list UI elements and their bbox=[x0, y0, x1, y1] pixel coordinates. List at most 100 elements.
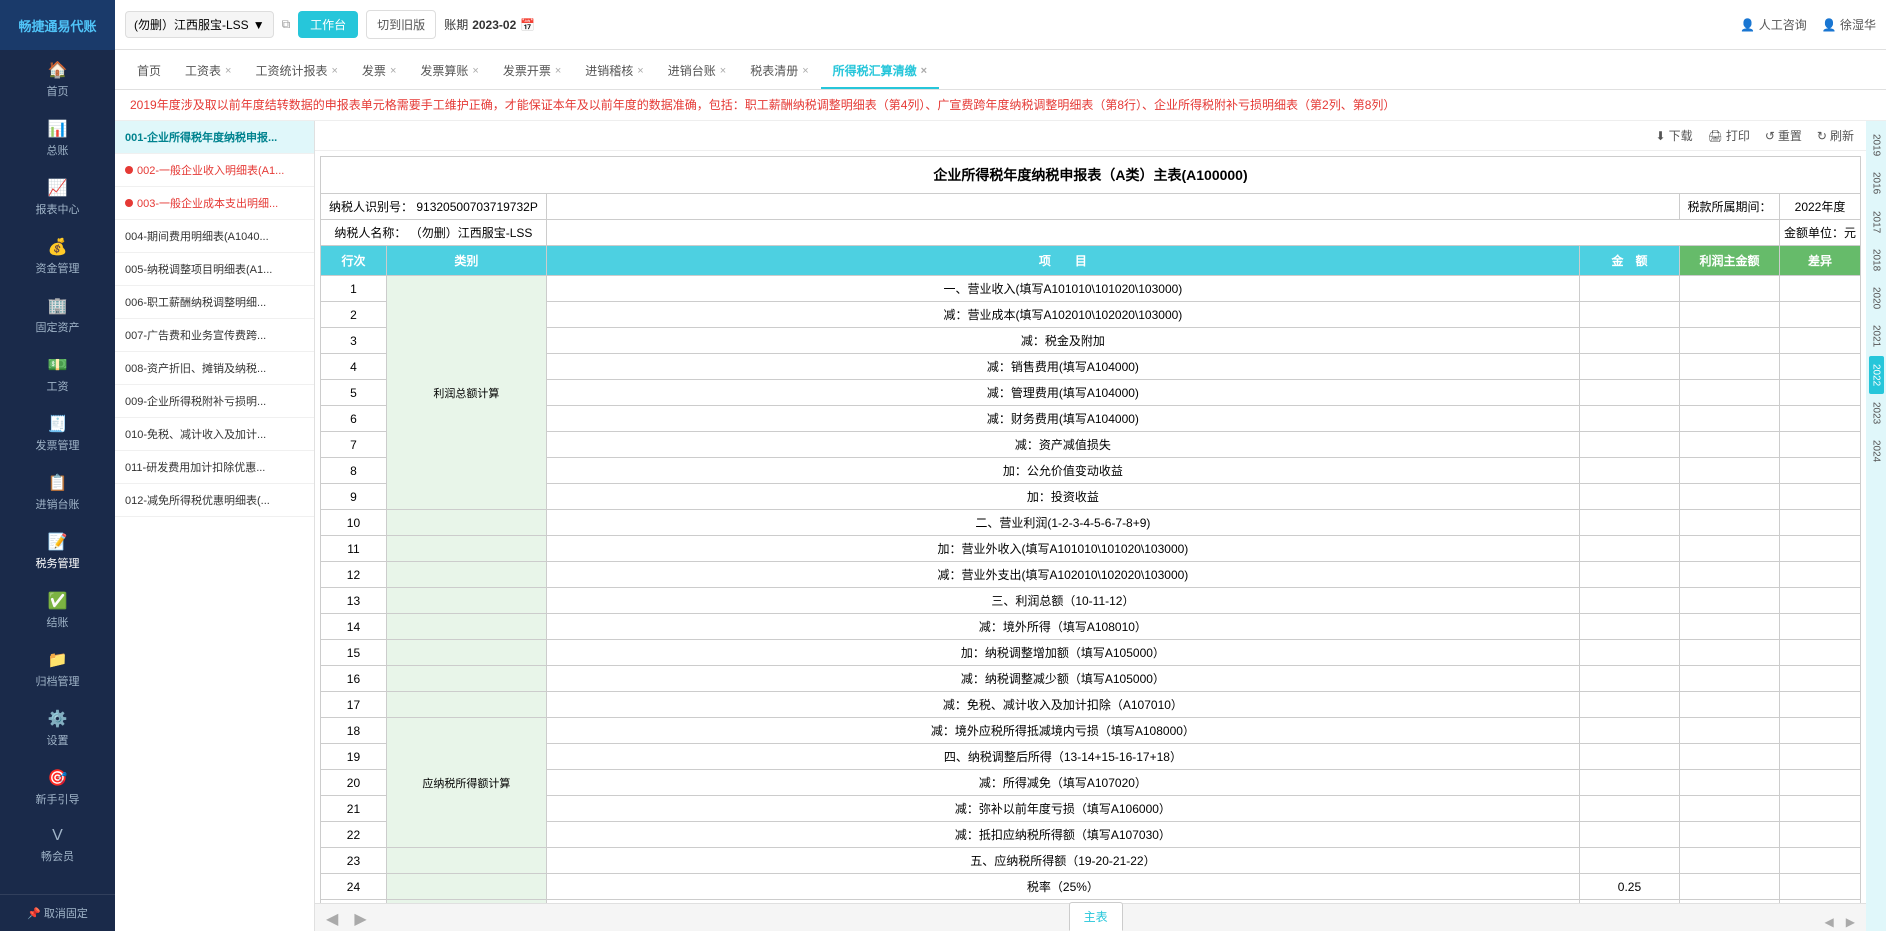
timeline-2020[interactable]: 2020 bbox=[1869, 279, 1884, 317]
row-1-num: 1 bbox=[321, 276, 387, 302]
close-tab-tax-list[interactable]: × bbox=[802, 65, 808, 77]
left-item-005[interactable]: 005-纳税调整项目明细表(A1... bbox=[115, 253, 314, 286]
refresh-button[interactable]: ↻ 刷新 bbox=[1817, 127, 1854, 144]
tab-home[interactable]: 首页 bbox=[125, 54, 173, 89]
invoice-icon: 🧾 bbox=[48, 414, 68, 434]
sidebar-item-purchase[interactable]: 📋 进销台账 bbox=[0, 463, 115, 522]
table-row: 6 减：财务费用(填写A104000) bbox=[321, 406, 1861, 432]
pin-icon: 📌 bbox=[27, 907, 41, 920]
row-1-cy bbox=[1779, 276, 1860, 302]
timeline-2016[interactable]: 2016 bbox=[1869, 164, 1884, 202]
left-item-008[interactable]: 008-资产折旧、摊销及纳税... bbox=[115, 352, 314, 385]
sidebar-item-setting[interactable]: ⚙️ 设置 bbox=[0, 699, 115, 758]
table-row: 2 减：营业成本(填写A102010\102020\103000) bbox=[321, 302, 1861, 328]
warning-text: 2019年度涉及取以前年度结转数据的申报表单元格需要手工维护正确，才能保证本年及… bbox=[130, 98, 1395, 112]
sidebar-item-guide[interactable]: 🎯 新手引导 bbox=[0, 758, 115, 817]
left-item-001[interactable]: 001-企业所得税年度纳税申报... bbox=[115, 121, 314, 154]
sidebar-item-archive[interactable]: 📁 归档管理 bbox=[0, 640, 115, 699]
timeline-2021[interactable]: 2021 bbox=[1869, 317, 1884, 355]
tab-salary-report[interactable]: 工资统计报表 × bbox=[243, 54, 349, 89]
tab-invoice-open[interactable]: 发票开票 × bbox=[491, 54, 573, 89]
timeline-2022[interactable]: 2022 bbox=[1869, 356, 1884, 394]
sidebar-item-invoice[interactable]: 🧾 发票管理 bbox=[0, 404, 115, 463]
company-selector[interactable]: (勿删）江西服宝-LSS ▼ bbox=[125, 11, 274, 38]
left-item-011[interactable]: 011-研发费用加计扣除优惠... bbox=[115, 451, 314, 484]
timeline-2019[interactable]: 2019 bbox=[1869, 126, 1884, 164]
workbench-button[interactable]: 工作台 bbox=[298, 11, 358, 38]
table-row: 7 减：资产减值损失 bbox=[321, 432, 1861, 458]
timeline-2023[interactable]: 2023 bbox=[1869, 394, 1884, 432]
sidebar-item-ledger[interactable]: 📊 总账 bbox=[0, 109, 115, 168]
sidebar-item-close[interactable]: ✅ 结账 bbox=[0, 581, 115, 640]
print-button[interactable]: 🖨 打印 bbox=[1708, 127, 1750, 144]
sidebar-item-vip[interactable]: V 畅会员 bbox=[0, 817, 115, 874]
left-item-003[interactable]: 003-一般企业成本支出明细... bbox=[115, 187, 314, 220]
tab-tax-list[interactable]: 税表清册 × bbox=[738, 54, 820, 89]
sidebar-label-salary: 工资 bbox=[47, 378, 69, 394]
close-tab-salary-report[interactable]: × bbox=[331, 65, 337, 77]
table-row: 9 加：投资收益 bbox=[321, 484, 1861, 510]
next-sheet-button[interactable]: ▶ bbox=[348, 907, 372, 931]
tab-purchase-ledger[interactable]: 进销台账 × bbox=[656, 54, 738, 89]
prev-sheet-button[interactable]: ◀ bbox=[320, 907, 344, 931]
row-1-xm: 一、营业收入(填写A101010\101020\103000) bbox=[546, 276, 1579, 302]
table-container[interactable]: 企业所得税年度纳税申报表（A类）主表(A100000) 纳税人识别号： 9132… bbox=[315, 151, 1866, 903]
sidebar-label-report: 报表中心 bbox=[36, 201, 80, 217]
scroll-right-button[interactable]: ▶ bbox=[1840, 913, 1861, 931]
close-tab-purchase-ledger[interactable]: × bbox=[720, 65, 726, 77]
left-item-006[interactable]: 006-职工薪酬纳税调整明细... bbox=[115, 286, 314, 319]
left-item-010[interactable]: 010-免税、减计收入及加计... bbox=[115, 418, 314, 451]
tab-invoice[interactable]: 发票 × bbox=[350, 54, 408, 89]
table-row: 11 加：营业外收入(填写A101010\101020\103000) bbox=[321, 536, 1861, 562]
left-item-012[interactable]: 012-减免所得税优惠明细表(... bbox=[115, 484, 314, 517]
close-tab-invoice-open[interactable]: × bbox=[555, 65, 561, 77]
sidebar-item-asset[interactable]: 🏢 固定资产 bbox=[0, 286, 115, 345]
scroll-left-button[interactable]: ◀ bbox=[1819, 913, 1840, 931]
sidebar-item-salary[interactable]: 💵 工资 bbox=[0, 345, 115, 404]
tax-period-label: 税款所属期间： bbox=[1687, 200, 1771, 214]
tax-id-label: 纳税人识别号： bbox=[329, 200, 413, 214]
period-info: 账期 2023-02 📅 bbox=[444, 16, 535, 33]
close-tab-income-tax[interactable]: × bbox=[921, 65, 927, 77]
sidebar-item-fund[interactable]: 💰 资金管理 bbox=[0, 227, 115, 286]
sidebar-item-report[interactable]: 📈 报表中心 bbox=[0, 168, 115, 227]
close-tab-salary[interactable]: × bbox=[225, 65, 231, 77]
error-dot-2 bbox=[125, 199, 133, 207]
user-service[interactable]: 👤 人工咨询 bbox=[1740, 16, 1806, 33]
tab-invoice-calc[interactable]: 发票算账 × bbox=[408, 54, 490, 89]
close-tab-invoice[interactable]: × bbox=[390, 65, 396, 77]
printer-icon: 🖨 bbox=[1708, 129, 1723, 143]
tax-table: 企业所得税年度纳税申报表（A类）主表(A100000) 纳税人识别号： 9132… bbox=[320, 156, 1861, 903]
left-panel: 001-企业所得税年度纳税申报... 002-一般企业收入明细表(A1... 0… bbox=[115, 121, 315, 931]
download-button[interactable]: ⬇ 下载 bbox=[1656, 127, 1693, 144]
sidebar-item-home[interactable]: 🏠 首页 bbox=[0, 50, 115, 109]
close-tab-purchase-audit[interactable]: × bbox=[637, 65, 643, 77]
close-tab-invoice-calc[interactable]: × bbox=[472, 65, 478, 77]
copy-icon[interactable]: ⧉ bbox=[282, 17, 291, 32]
username[interactable]: 👤 徐湿华 bbox=[1822, 16, 1876, 33]
left-item-002[interactable]: 002-一般企业收入明细表(A1... bbox=[115, 154, 314, 187]
sidebar-label-guide: 新手引导 bbox=[36, 791, 80, 807]
table-row: 23 五、应纳税所得额（19-20-21-22） bbox=[321, 848, 1861, 874]
switch-version-button[interactable]: 切到旧版 bbox=[366, 10, 436, 39]
sheet-tab-main[interactable]: 主表 bbox=[1069, 902, 1123, 931]
left-item-007[interactable]: 007-广告费和业务宣传费跨... bbox=[115, 319, 314, 352]
table-row: 21 减：弥补以前年度亏损（填写A106000） bbox=[321, 796, 1861, 822]
tab-purchase-audit[interactable]: 进销稽核 × bbox=[573, 54, 655, 89]
timeline-2024[interactable]: 2024 bbox=[1869, 432, 1884, 470]
app-logo: 畅捷通易代账 bbox=[0, 0, 115, 50]
reset-button[interactable]: ↺ 重置 bbox=[1765, 127, 1802, 144]
timeline-2017[interactable]: 2017 bbox=[1869, 203, 1884, 241]
left-item-004[interactable]: 004-期间费用明细表(A1040... bbox=[115, 220, 314, 253]
calendar-icon[interactable]: 📅 bbox=[520, 18, 535, 32]
unit-label: 金额单位：元 bbox=[1784, 226, 1856, 240]
period-label: 账期 bbox=[444, 16, 468, 33]
table-row: 10 二、营业利润(1-2-3-4-5-6-7-8+9) bbox=[321, 510, 1861, 536]
tab-salary[interactable]: 工资表 × bbox=[173, 54, 243, 89]
timeline-2018[interactable]: 2018 bbox=[1869, 241, 1884, 279]
tab-income-tax[interactable]: 所得税汇算清缴 × bbox=[821, 54, 939, 89]
info-row-1: 纳税人识别号： 91320500703719732P 税款所属期间： 2022年… bbox=[321, 194, 1861, 220]
left-item-009[interactable]: 009-企业所得税附补亏损明... bbox=[115, 385, 314, 418]
unfix-button[interactable]: 📌 取消固定 bbox=[0, 895, 115, 931]
sidebar-item-tax[interactable]: 📝 税务管理 bbox=[0, 522, 115, 581]
